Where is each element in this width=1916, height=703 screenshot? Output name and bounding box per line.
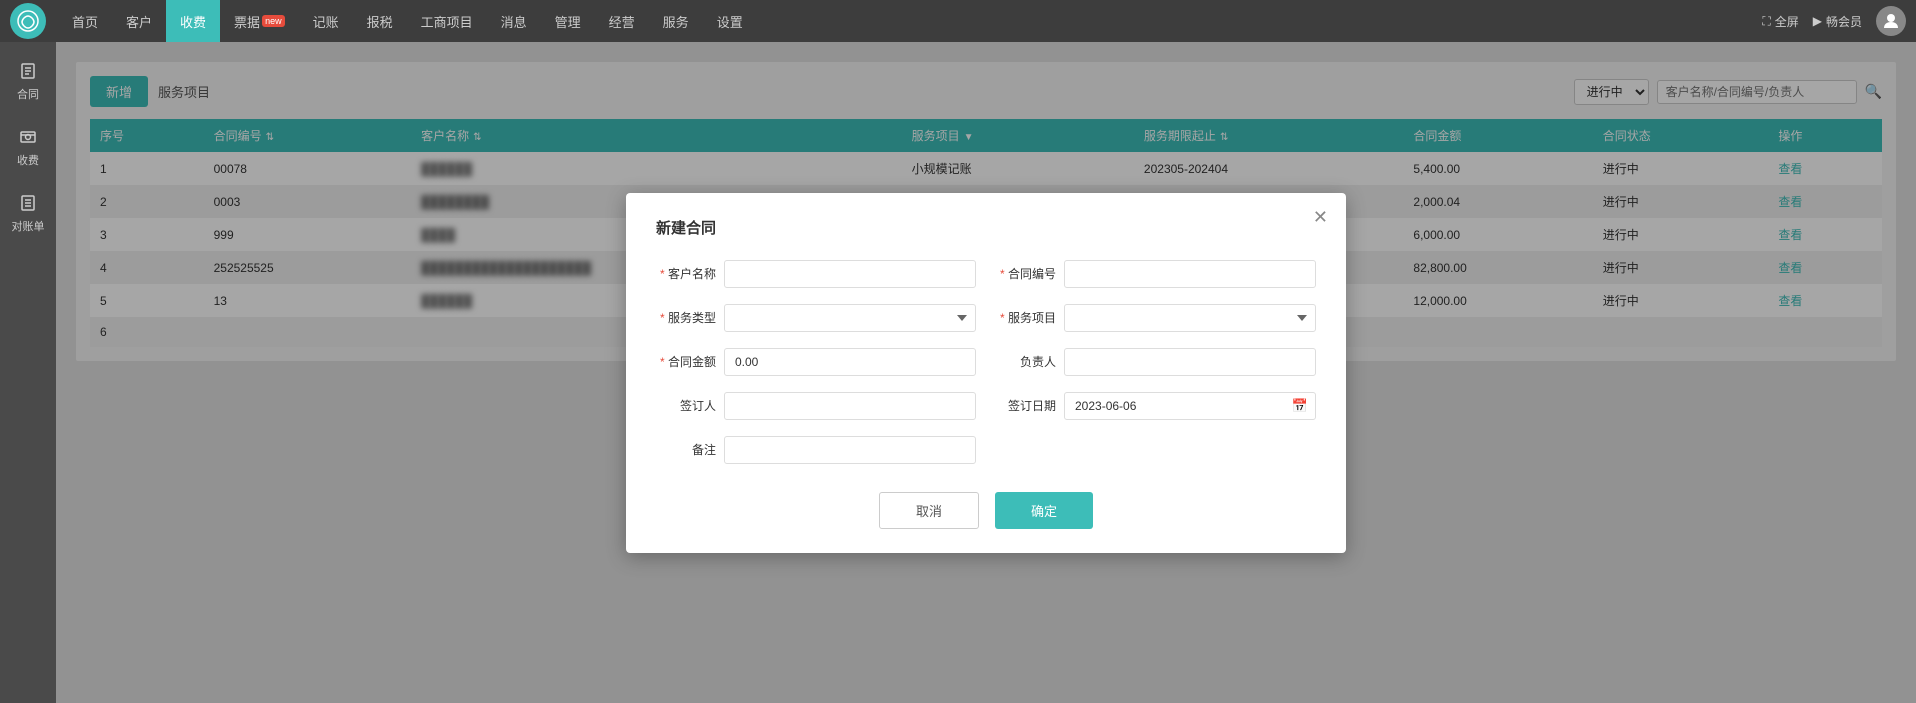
remark-input[interactable] [724,436,976,464]
form-row-5: 备注 [656,436,1316,464]
calendar-icon[interactable]: 📅 [1292,398,1308,414]
fee-icon [17,126,39,148]
remark-label: 备注 [656,441,716,458]
signer-group: 签订人 [656,392,976,420]
responsible-label: 负责人 [996,353,1056,370]
customer-name-group: 客户名称 [656,260,976,288]
new-badge: new [262,15,285,27]
nav-service[interactable]: 服务 [649,0,703,42]
customer-name-input[interactable] [724,260,976,288]
sign-date-wrapper: 📅 [1064,392,1316,420]
play-icon: ▶ [1813,14,1822,28]
confirm-button[interactable]: 确定 [995,492,1093,529]
top-navigation: 首页 客户 收费 票据 new 记账 报税 工商项目 消息 管理 经营 服务 设… [0,0,1916,42]
sidebar-item-statement[interactable]: 对账单 [0,182,56,244]
sign-date-group: 签订日期 📅 [996,392,1316,420]
modal-close-button[interactable]: ✕ [1313,207,1328,228]
contract-amount-input[interactable] [724,348,976,376]
modal-title: 新建合同 [656,217,1316,238]
contract-no-input[interactable] [1064,260,1316,288]
nav-menu: 首页 客户 收费 票据 new 记账 报税 工商项目 消息 管理 经营 服务 设… [58,0,757,42]
nav-invoice[interactable]: 票据 new [220,0,299,42]
nav-business[interactable]: 工商项目 [407,0,487,42]
contract-no-label: 合同编号 [996,265,1056,282]
main-layout: 合同 收费 对账单 [0,42,1916,703]
form-row-3: 合同金额 负责人 [656,348,1316,376]
top-nav-right: ⛶ 全屏 ▶ 畅会员 [1762,6,1906,36]
modal-footer: 取消 确定 [656,492,1316,529]
cancel-button[interactable]: 取消 [879,492,979,529]
fullscreen-icon: ⛶ [1762,14,1770,29]
nav-message[interactable]: 消息 [487,0,541,42]
sign-date-label: 签订日期 [996,397,1056,414]
nav-manage[interactable]: 管理 [541,0,595,42]
service-type-select[interactable] [724,304,976,332]
service-item-label: 服务项目 [996,309,1056,326]
nav-customer[interactable]: 客户 [112,0,166,42]
form-row-2: 服务类型 服务项目 [656,304,1316,332]
service-type-group: 服务类型 [656,304,976,332]
sign-date-input[interactable] [1064,392,1316,420]
service-type-label: 服务类型 [656,309,716,326]
modal-overlay: 新建合同 ✕ 客户名称 合同编号 服务类型 [56,42,1916,703]
fullscreen-button[interactable]: ⛶ 全屏 [1762,13,1798,30]
nav-tax[interactable]: 报税 [353,0,407,42]
customer-name-label: 客户名称 [656,265,716,282]
member-button[interactable]: ▶ 畅会员 [1813,13,1862,30]
nav-operation[interactable]: 经营 [595,0,649,42]
nav-settings[interactable]: 设置 [703,0,757,42]
new-contract-modal: 新建合同 ✕ 客户名称 合同编号 服务类型 [626,193,1346,553]
contract-icon [17,60,39,82]
service-item-select[interactable] [1064,304,1316,332]
content-area: 新增 服务项目 进行中 已完成 已终止 🔍 序号 合同编 [56,42,1916,703]
form-row-1: 客户名称 合同编号 [656,260,1316,288]
nav-fee[interactable]: 收费 [166,0,220,42]
nav-home[interactable]: 首页 [58,0,112,42]
service-item-group: 服务项目 [996,304,1316,332]
responsible-group: 负责人 [996,348,1316,376]
app-logo [10,3,46,39]
sidebar-item-contract[interactable]: 合同 [0,50,56,112]
nav-bookkeeping[interactable]: 记账 [299,0,353,42]
remark-group: 备注 [656,436,976,464]
statement-icon [17,192,39,214]
contract-amount-label: 合同金额 [656,353,716,370]
contract-amount-group: 合同金额 [656,348,976,376]
sidebar: 合同 收费 对账单 [0,42,56,703]
form-row-4: 签订人 签订日期 📅 [656,392,1316,420]
sidebar-item-fee[interactable]: 收费 [0,116,56,178]
responsible-input[interactable] [1064,348,1316,376]
contract-no-group: 合同编号 [996,260,1316,288]
signer-label: 签订人 [656,397,716,414]
avatar[interactable] [1876,6,1906,36]
signer-input[interactable] [724,392,976,420]
